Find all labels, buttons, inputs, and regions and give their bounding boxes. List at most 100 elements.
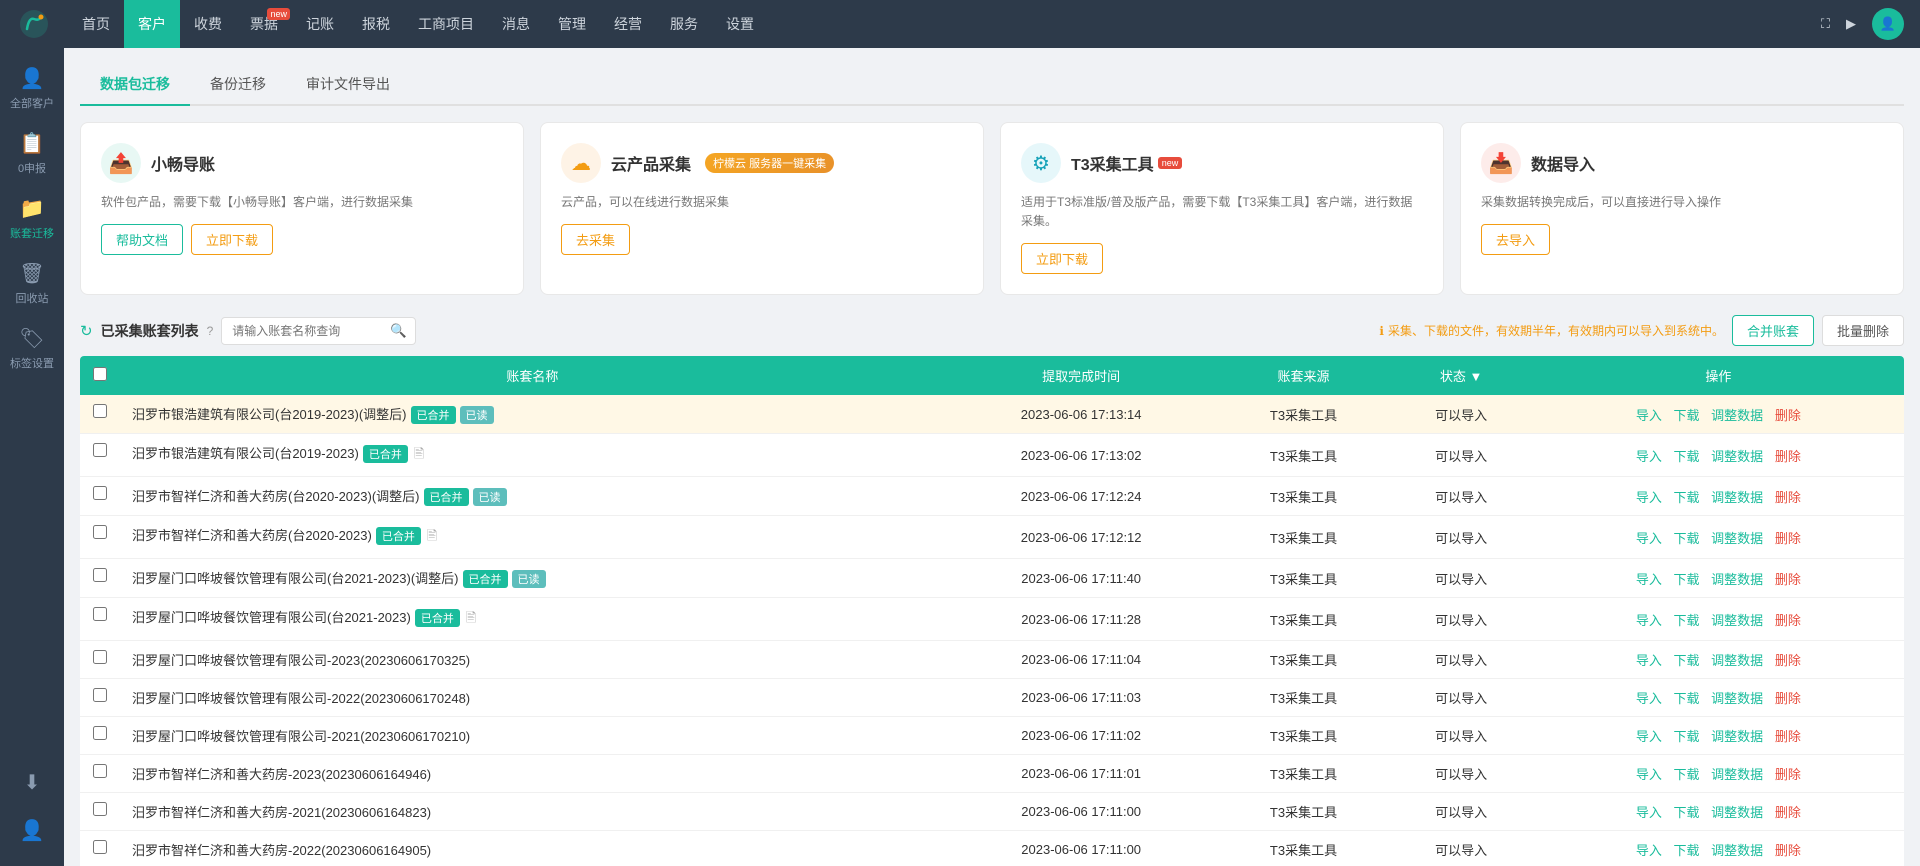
download-link[interactable]: 下载 — [1674, 531, 1700, 546]
import-link[interactable]: 导入 — [1636, 805, 1662, 820]
download-link[interactable]: 下载 — [1674, 572, 1700, 587]
help-doc-button[interactable]: 帮助文档 — [101, 224, 183, 255]
import-link[interactable]: 导入 — [1636, 531, 1662, 546]
download-link[interactable]: 下载 — [1674, 843, 1700, 858]
adjust-data-link[interactable]: 调整数据 — [1711, 729, 1763, 744]
merge-button[interactable]: 合并账套 — [1732, 315, 1814, 346]
sidebar-download-button[interactable]: ⬇ — [12, 762, 52, 802]
adjust-data-link[interactable]: 调整数据 — [1711, 449, 1763, 464]
adjust-data-link[interactable]: 调整数据 — [1711, 572, 1763, 587]
adjust-data-link[interactable]: 调整数据 — [1711, 691, 1763, 706]
row-checkbox[interactable] — [93, 840, 107, 854]
app-logo[interactable] — [16, 6, 52, 42]
delete-link[interactable]: 删除 — [1775, 767, 1801, 782]
import-link[interactable]: 导入 — [1636, 449, 1662, 464]
row-checkbox[interactable] — [93, 486, 107, 500]
nav-settings[interactable]: 设置 — [712, 0, 768, 48]
delete-link[interactable]: 删除 — [1775, 490, 1801, 505]
tab-backup-migration[interactable]: 备份迁移 — [190, 64, 286, 106]
row-checkbox[interactable] — [93, 568, 107, 582]
sidebar-item-recycle[interactable]: 🗑 回收站 — [0, 251, 64, 316]
member-button[interactable]: ▶ — [1846, 16, 1860, 32]
import-link[interactable]: 导入 — [1636, 490, 1662, 505]
nav-business[interactable]: 工商项目 — [404, 0, 488, 48]
go-import-button[interactable]: 去导入 — [1481, 224, 1550, 255]
col-header-status[interactable]: 状态 ▼ — [1389, 356, 1532, 395]
delete-link[interactable]: 删除 — [1775, 653, 1801, 668]
adjust-data-link[interactable]: 调整数据 — [1711, 843, 1763, 858]
nav-customer[interactable]: 客户 — [124, 0, 180, 48]
sidebar-item-migrate[interactable]: 📁 账套迁移 — [0, 186, 64, 251]
row-checkbox[interactable] — [93, 525, 107, 539]
row-checkbox[interactable] — [93, 607, 107, 621]
delete-link[interactable]: 删除 — [1775, 729, 1801, 744]
import-link[interactable]: 导入 — [1636, 572, 1662, 587]
adjust-data-link[interactable]: 调整数据 — [1711, 805, 1763, 820]
adjust-data-link[interactable]: 调整数据 — [1711, 490, 1763, 505]
nav-manage[interactable]: 管理 — [544, 0, 600, 48]
delete-link[interactable]: 删除 — [1775, 572, 1801, 587]
row-checkbox[interactable] — [93, 650, 107, 664]
delete-link[interactable]: 删除 — [1775, 805, 1801, 820]
sidebar-item-zero-declare[interactable]: 📋 0申报 — [0, 121, 64, 186]
help-tooltip-icon[interactable]: ? — [207, 324, 214, 338]
nav-service[interactable]: 服务 — [656, 0, 712, 48]
import-link[interactable]: 导入 — [1636, 653, 1662, 668]
adjust-data-link[interactable]: 调整数据 — [1711, 653, 1763, 668]
row-checkbox[interactable] — [93, 764, 107, 778]
import-link[interactable]: 导入 — [1636, 408, 1662, 423]
delete-link[interactable]: 删除 — [1775, 843, 1801, 858]
download-now-button-1[interactable]: 立即下载 — [191, 224, 273, 255]
search-button[interactable]: 🔍 — [382, 318, 415, 344]
import-link[interactable]: 导入 — [1636, 613, 1662, 628]
download-now-button-3[interactable]: 立即下载 — [1021, 243, 1103, 274]
import-link[interactable]: 导入 — [1636, 729, 1662, 744]
row-checkbox[interactable] — [93, 726, 107, 740]
delete-link[interactable]: 删除 — [1775, 531, 1801, 546]
import-link[interactable]: 导入 — [1636, 767, 1662, 782]
nav-tax[interactable]: 报税 — [348, 0, 404, 48]
adjust-data-link[interactable]: 调整数据 — [1711, 408, 1763, 423]
row-checkbox[interactable] — [93, 443, 107, 457]
delete-link[interactable]: 删除 — [1775, 408, 1801, 423]
nav-operate[interactable]: 经营 — [600, 0, 656, 48]
nav-message[interactable]: 消息 — [488, 0, 544, 48]
adjust-data-link[interactable]: 调整数据 — [1711, 613, 1763, 628]
download-link[interactable]: 下载 — [1674, 691, 1700, 706]
user-avatar[interactable]: 👤 — [1872, 8, 1904, 40]
sidebar-user-button[interactable]: 👤 — [12, 810, 52, 850]
row-checkbox[interactable] — [93, 802, 107, 816]
batch-delete-button[interactable]: 批量删除 — [1822, 315, 1904, 346]
nav-fee[interactable]: 收费 — [180, 0, 236, 48]
refresh-button[interactable]: ↻ — [80, 322, 93, 340]
nav-bookkeep[interactable]: 记账 — [292, 0, 348, 48]
download-link[interactable]: 下载 — [1674, 767, 1700, 782]
tab-audit-export[interactable]: 审计文件导出 — [286, 64, 410, 106]
sidebar-item-tags[interactable]: 🏷 标签设置 — [0, 316, 64, 381]
search-input[interactable] — [222, 319, 382, 343]
select-all-checkbox[interactable] — [93, 367, 107, 381]
go-collect-button[interactable]: 去采集 — [561, 224, 630, 255]
download-link[interactable]: 下载 — [1674, 490, 1700, 505]
file-icon[interactable]: 🖹 — [427, 528, 437, 543]
delete-link[interactable]: 删除 — [1775, 613, 1801, 628]
import-link[interactable]: 导入 — [1636, 691, 1662, 706]
file-icon[interactable]: 🖹 — [414, 446, 424, 461]
tab-data-migration[interactable]: 数据包迁移 — [80, 64, 190, 106]
sidebar-item-all-customers[interactable]: 👤 全部客户 — [0, 56, 64, 121]
import-link[interactable]: 导入 — [1636, 843, 1662, 858]
delete-link[interactable]: 删除 — [1775, 691, 1801, 706]
nav-home[interactable]: 首页 — [68, 0, 124, 48]
download-link[interactable]: 下载 — [1674, 408, 1700, 423]
fullscreen-button[interactable]: ⛶ — [1821, 16, 1834, 32]
download-link[interactable]: 下载 — [1674, 653, 1700, 668]
adjust-data-link[interactable]: 调整数据 — [1711, 531, 1763, 546]
download-link[interactable]: 下载 — [1674, 449, 1700, 464]
file-icon[interactable]: 🖹 — [466, 610, 476, 625]
row-checkbox[interactable] — [93, 688, 107, 702]
download-link[interactable]: 下载 — [1674, 613, 1700, 628]
download-link[interactable]: 下载 — [1674, 729, 1700, 744]
delete-link[interactable]: 删除 — [1775, 449, 1801, 464]
adjust-data-link[interactable]: 调整数据 — [1711, 767, 1763, 782]
row-checkbox[interactable] — [93, 404, 107, 418]
